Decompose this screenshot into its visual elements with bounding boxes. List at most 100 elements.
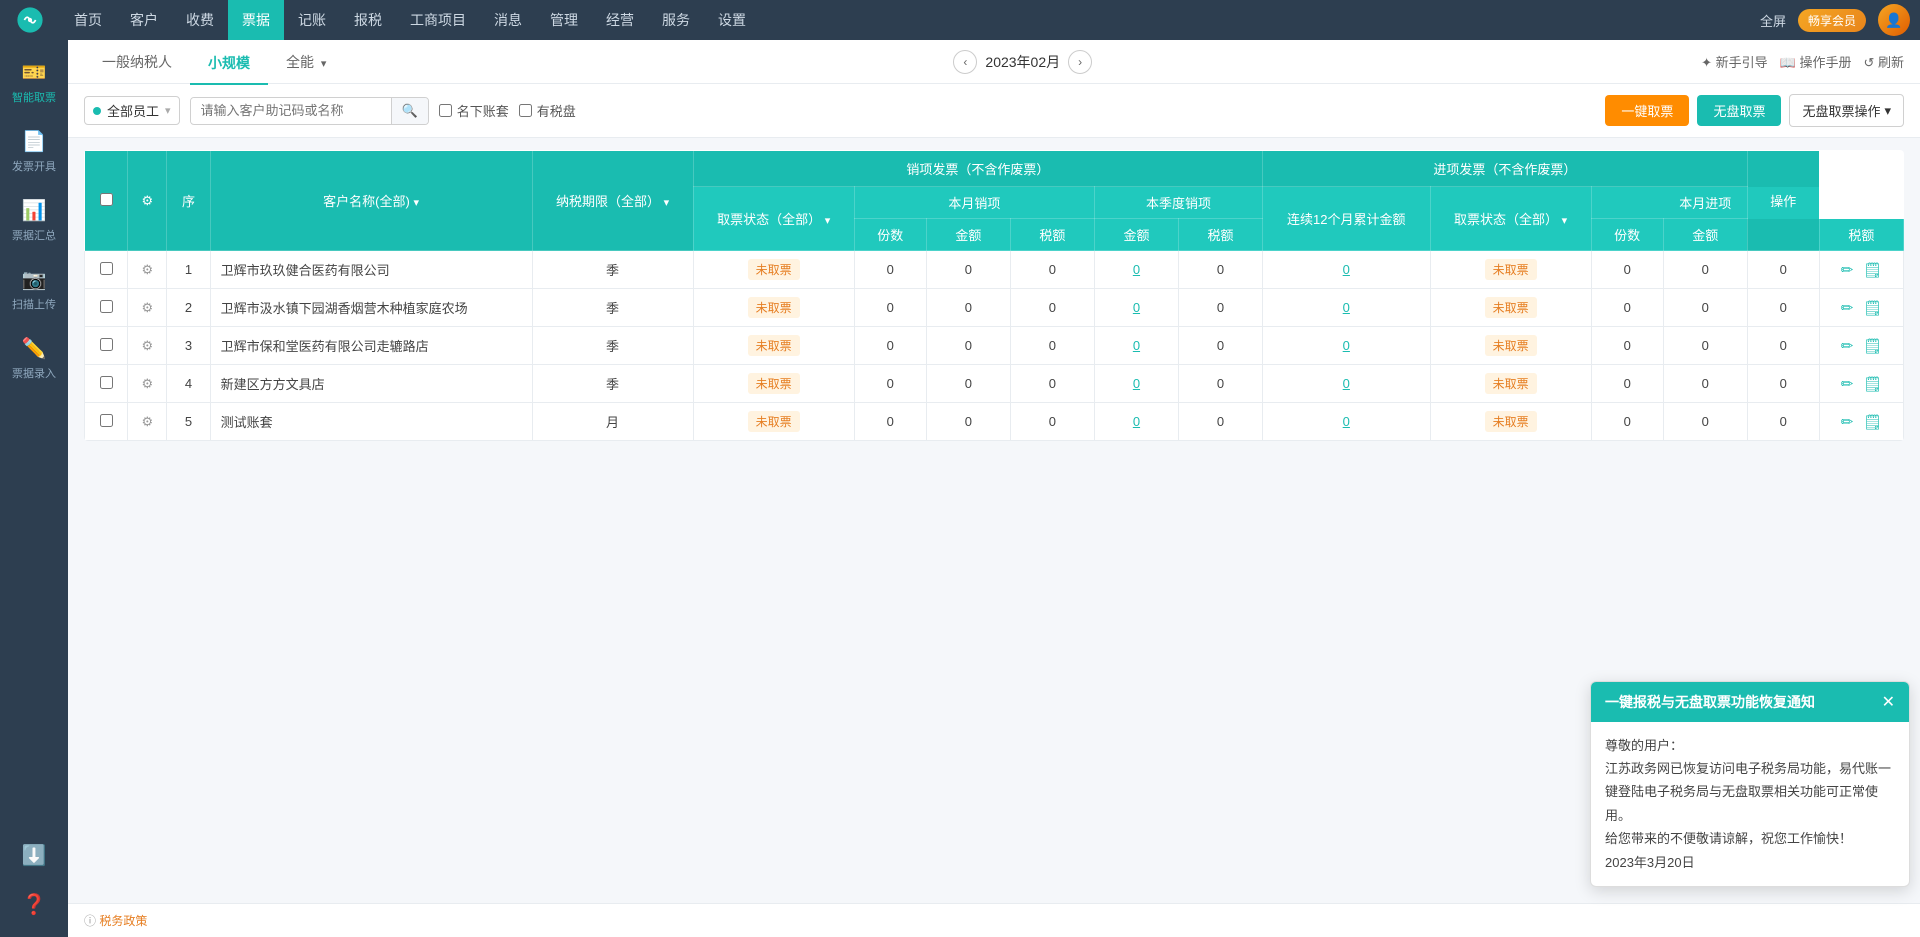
period-label: 2023年02月 xyxy=(985,52,1060,72)
sidebar-item-invoice-summary[interactable]: 📊 票据汇总 xyxy=(0,188,68,253)
row-12month: 0 xyxy=(1263,365,1430,403)
tax-disk-checkbox[interactable] xyxy=(519,104,532,117)
th-sq-tax: 税额 xyxy=(1178,219,1262,251)
main-table: ⚙ 序 客户名称(全部) ▾ 纳税期限（全部） ▾ 销项发票（不含作废票） 进项… xyxy=(84,150,1904,441)
sidebar-item-invoice-issue[interactable]: 📄 发票开具 xyxy=(0,119,68,184)
view-btn[interactable]: 🗒 xyxy=(1860,337,1885,355)
row-p-copies: 0 xyxy=(1591,327,1663,365)
purchase-status-filter-icon[interactable]: ▾ xyxy=(1562,215,1568,227)
row-settings-icon[interactable]: ⚙ xyxy=(141,300,153,315)
tab-small-scale[interactable]: 小规模 xyxy=(190,41,268,85)
notification-body: 尊敬的用户： 江苏政务网已恢复访问电子税务局功能，易代账一键登陆电子税务局与无盘… xyxy=(1591,722,1909,886)
vip-button[interactable]: 畅享会员 xyxy=(1798,9,1866,32)
row-settings-icon[interactable]: ⚙ xyxy=(141,262,153,277)
view-btn[interactable]: 🗒 xyxy=(1860,375,1885,393)
tab-all[interactable]: 全能 ▾ xyxy=(268,40,344,84)
row-index: 2 xyxy=(167,289,210,327)
notification-panel: 一键报税与无盘取票功能恢复通知 ✕ 尊敬的用户： 江苏政务网已恢复访问电子税务局… xyxy=(1590,681,1910,887)
tax-period-filter-icon[interactable]: ▾ xyxy=(664,197,670,209)
employee-select[interactable]: 全部员工 ▾ xyxy=(84,96,180,125)
nav-message[interactable]: 消息 xyxy=(480,0,536,40)
th-s-tax: 税额 xyxy=(1010,219,1094,251)
tax-disk-checkbox-label[interactable]: 有税盘 xyxy=(519,101,576,120)
row-p-copies: 0 xyxy=(1591,289,1663,327)
nav-operation[interactable]: 经营 xyxy=(592,0,648,40)
th-sales-monthly: 本月销项 xyxy=(854,187,1094,219)
th-s-copies: 份数 xyxy=(854,219,926,251)
view-btn[interactable]: 🗒 xyxy=(1860,261,1885,279)
row-sq-tax: 0 xyxy=(1178,289,1262,327)
nav-management[interactable]: 管理 xyxy=(536,0,592,40)
row-checkbox[interactable] xyxy=(100,414,113,427)
row-tax-period: 季 xyxy=(532,251,693,289)
guide-btn[interactable]: ✦ 新手引导 xyxy=(1701,52,1768,71)
row-sq-tax: 0 xyxy=(1178,403,1262,441)
tax-policy-link[interactable]: 税务政策 xyxy=(99,914,147,928)
sidebar-item-scan-upload[interactable]: 📷 扫描上传 xyxy=(0,257,68,322)
sales-status-filter-icon[interactable]: ▾ xyxy=(825,215,831,227)
employee-select-arrow: ▾ xyxy=(165,104,171,117)
one-click-ticket-btn[interactable]: 一键取票 xyxy=(1605,95,1689,126)
nav-tax[interactable]: 报税 xyxy=(340,0,396,40)
tab-general-taxpayer[interactable]: 一般纳税人 xyxy=(84,40,190,84)
toolbar: 全部员工 ▾ 🔍 名下账套 有税盘 一键取票 无盘取票 无盘取票操作 ▾ xyxy=(68,84,1920,138)
row-settings-cell: ⚙ xyxy=(128,289,167,327)
row-checkbox[interactable] xyxy=(100,300,113,313)
nav-settings[interactable]: 设置 xyxy=(704,0,760,40)
row-settings-icon[interactable]: ⚙ xyxy=(141,376,153,391)
th-p-copies: 份数 xyxy=(1591,219,1663,251)
row-sq-amount: 0 xyxy=(1094,365,1178,403)
row-sq-amount: 0 xyxy=(1094,327,1178,365)
account-checkbox-label[interactable]: 名下账套 xyxy=(439,101,509,120)
no-disk-ticket-btn[interactable]: 无盘取票 xyxy=(1697,95,1781,126)
account-checkbox[interactable] xyxy=(439,104,452,117)
top-navigation: 首页 客户 收费 票据 记账 报税 工商项目 消息 管理 经营 服务 设置 全屏… xyxy=(0,0,1920,40)
refresh-btn[interactable]: ↺ 刷新 xyxy=(1863,52,1904,71)
nav-service[interactable]: 服务 xyxy=(648,0,704,40)
row-checkbox[interactable] xyxy=(100,338,113,351)
edit-btn[interactable]: ✏ xyxy=(1838,299,1857,317)
sidebar-item-help[interactable]: ❓ xyxy=(0,882,68,927)
row-purchase-status: 未取票 xyxy=(1430,365,1591,403)
th-purchase-group: 进项发票（不含作废票） xyxy=(1263,151,1748,187)
row-checkbox[interactable] xyxy=(100,376,113,389)
row-sq-tax: 0 xyxy=(1178,251,1262,289)
sidebar-item-smart-ticket[interactable]: 🎫 智能取票 xyxy=(0,50,68,115)
row-settings-icon[interactable]: ⚙ xyxy=(141,338,153,353)
no-disk-ops-btn[interactable]: 无盘取票操作 ▾ xyxy=(1789,94,1904,127)
customer-filter-icon[interactable]: ▾ xyxy=(413,197,419,209)
nav-billing[interactable]: 收费 xyxy=(172,0,228,40)
nav-business[interactable]: 工商项目 xyxy=(396,0,480,40)
nav-home[interactable]: 首页 xyxy=(60,0,116,40)
row-checkbox[interactable] xyxy=(100,262,113,275)
sidebar-item-invoice-entry[interactable]: ✏️ 票据录入 xyxy=(0,326,68,391)
table-row: ⚙ 5 测试账套 月 未取票 0 0 0 0 0 0 未取票 0 0 0 ✏ 🗒 xyxy=(85,403,1904,441)
row-s-copies: 0 xyxy=(854,365,926,403)
th-sales-quarterly: 本季度销项 xyxy=(1094,187,1262,219)
row-sq-amount: 0 xyxy=(1094,289,1178,327)
search-input[interactable] xyxy=(191,98,391,123)
view-btn[interactable]: 🗒 xyxy=(1860,413,1885,431)
row-settings-icon[interactable]: ⚙ xyxy=(141,414,153,429)
search-button[interactable]: 🔍 xyxy=(391,98,428,124)
nav-bookkeeping[interactable]: 记账 xyxy=(284,0,340,40)
edit-btn[interactable]: ✏ xyxy=(1838,375,1857,393)
period-prev-btn[interactable]: ‹ xyxy=(953,50,977,74)
row-s-tax: 0 xyxy=(1010,289,1094,327)
edit-btn[interactable]: ✏ xyxy=(1838,261,1857,279)
edit-btn[interactable]: ✏ xyxy=(1838,413,1857,431)
period-next-btn[interactable]: › xyxy=(1068,50,1092,74)
manual-btn[interactable]: 📖 操作手册 xyxy=(1780,52,1852,71)
notification-close-btn[interactable]: ✕ xyxy=(1882,692,1895,712)
download-icon: ⬇️ xyxy=(22,843,47,868)
nav-customer[interactable]: 客户 xyxy=(116,0,172,40)
row-s-tax: 0 xyxy=(1010,251,1094,289)
view-btn[interactable]: 🗒 xyxy=(1860,299,1885,317)
fullscreen-btn[interactable]: 全屏 xyxy=(1760,11,1786,30)
edit-btn[interactable]: ✏ xyxy=(1838,337,1857,355)
select-all-checkbox[interactable] xyxy=(100,193,113,206)
footer: ⓘ 税务政策 xyxy=(68,903,1920,937)
user-avatar[interactable]: 👤 xyxy=(1878,4,1910,36)
nav-invoice[interactable]: 票据 xyxy=(228,0,284,40)
sidebar-item-download[interactable]: ⬇️ xyxy=(0,833,68,878)
